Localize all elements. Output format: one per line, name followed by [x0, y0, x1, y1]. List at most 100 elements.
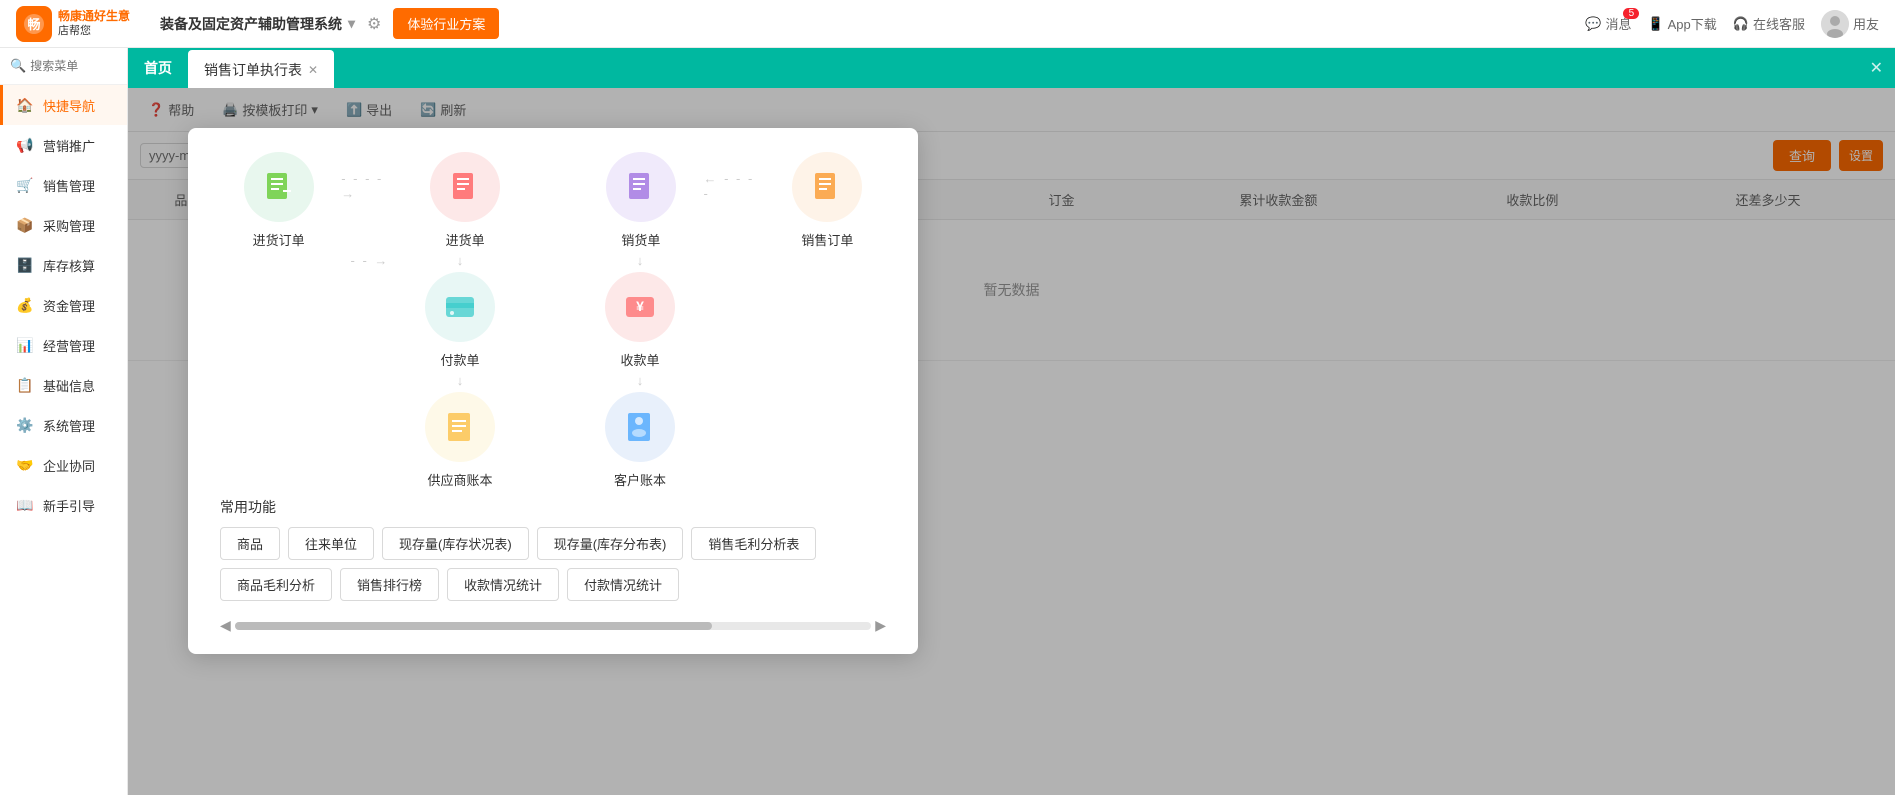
settings-icon[interactable]: ⚙ — [367, 14, 381, 34]
common-btn-goods-margin[interactable]: 商品毛利分析 — [220, 568, 332, 601]
common-section: 常用功能 商品 往来单位 现存量(库存状况表) 现存量(库存分布表) 销售毛利分… — [220, 497, 886, 601]
customer-ledger-icon — [605, 392, 675, 462]
sidebar-item-marketing[interactable]: 📢 营销推广 — [0, 125, 127, 165]
sidebar-item-label: 采购管理 — [43, 216, 95, 235]
purchase-bill-label: 进货单 — [446, 230, 485, 249]
sale-bill-icon — [606, 152, 676, 222]
purchase-bill-icon — [430, 152, 500, 222]
gear-icon: ⚙️ — [15, 415, 35, 435]
modal-scrollbar[interactable] — [235, 622, 871, 630]
sidebar-item-label: 经营管理 — [43, 336, 95, 355]
flow-payment[interactable]: 付款单 — [400, 272, 520, 369]
tab-close-icon[interactable]: ✕ — [308, 63, 318, 77]
message-badge: 5 — [1623, 8, 1639, 19]
purchase-order-label: 进货订单 — [253, 230, 305, 249]
supplier-ledger-icon — [425, 392, 495, 462]
customer-ledger-label: 客户账本 — [614, 470, 666, 489]
flow-customer-ledger[interactable]: 客户账本 — [580, 392, 700, 489]
sidebar-item-basic-info[interactable]: 📋 基础信息 — [0, 365, 127, 405]
tab-sales-order[interactable]: 销售订单执行表 ✕ — [188, 50, 334, 90]
common-btn-inventory-status[interactable]: 现存量(库存状况表) — [382, 527, 529, 560]
system-dropdown-icon[interactable]: ▾ — [348, 15, 355, 32]
receipt-icon: ¥ — [605, 272, 675, 342]
sidebar-item-purchase[interactable]: 📦 采购管理 — [0, 205, 127, 245]
app-download-button[interactable]: 📱 App下载 — [1647, 14, 1716, 33]
sidebar-item-label: 新手引导 — [43, 496, 95, 515]
common-btn-payment-stats[interactable]: 付款情况统计 — [567, 568, 679, 601]
common-btn-sales-rank[interactable]: 销售排行榜 — [340, 568, 439, 601]
sidebar-item-system[interactable]: ⚙️ 系统管理 — [0, 405, 127, 445]
sale-bill-label: 销货单 — [621, 230, 660, 249]
sale-order-label: 销售订单 — [801, 230, 853, 249]
sidebar-item-label: 系统管理 — [43, 416, 95, 435]
sidebar-item-guide[interactable]: 📖 新手引导 — [0, 485, 127, 525]
payment-label: 付款单 — [440, 350, 479, 369]
message-icon: 💬 — [1585, 16, 1601, 32]
app-icon: 📱 — [1647, 16, 1663, 32]
common-btn-goods[interactable]: 商品 — [220, 527, 280, 560]
sidebar-item-inventory[interactable]: 🗄️ 库存核算 — [0, 245, 127, 285]
flow-purchase-bill[interactable]: 进货单 — [406, 152, 523, 249]
arrow-right-1: - - - - → — [337, 171, 406, 201]
common-buttons: 商品 往来单位 现存量(库存状况表) 现存量(库存分布表) 销售毛利分析表 商品… — [220, 527, 886, 601]
cart-icon: 🛒 — [15, 175, 35, 195]
modal-dialog: 进货订单 - - - - → 进货单 — [188, 128, 918, 654]
common-btn-counterpart[interactable]: 往来单位 — [288, 527, 374, 560]
box-icon: 📦 — [15, 215, 35, 235]
user-menu[interactable]: 用友 — [1821, 10, 1879, 38]
handshake-icon: 🤝 — [15, 455, 35, 475]
scrollbar-thumb — [235, 622, 712, 630]
search-icon: 🔍 — [10, 58, 26, 74]
logo-text: 畅康通好生意 店帮您 — [58, 9, 130, 39]
sidebar-item-enterprise[interactable]: 🤝 企业协同 — [0, 445, 127, 485]
common-btn-receipt-stats[interactable]: 收款情况统计 — [447, 568, 559, 601]
sidebar-item-quick-nav[interactable]: 🏠 快捷导航 — [0, 85, 127, 125]
info-icon: 📋 — [15, 375, 35, 395]
sidebar-item-finance[interactable]: 💰 资金管理 — [0, 285, 127, 325]
sidebar-item-label: 企业协同 — [43, 456, 95, 475]
payment-icon — [425, 272, 495, 342]
megaphone-icon: 📢 — [15, 135, 35, 155]
scrollbar-left-arrow[interactable]: ◀ — [220, 617, 231, 634]
sidebar-item-label: 快捷导航 — [43, 96, 95, 115]
sidebar-item-label: 销售管理 — [43, 176, 95, 195]
sidebar-search-area: 🔍 — [0, 48, 127, 85]
flow-purchase-order[interactable]: 进货订单 — [220, 152, 337, 249]
online-service-button[interactable]: 🎧 在线客服 — [1733, 14, 1805, 33]
receipt-label: 收款单 — [620, 350, 659, 369]
svg-text:畅: 畅 — [27, 17, 40, 32]
book-icon: 📖 — [15, 495, 35, 515]
svg-text:¥: ¥ — [636, 298, 644, 314]
system-title: 装备及固定资产辅助管理系统 ▾ — [160, 14, 355, 34]
scrollbar-right-arrow[interactable]: ▶ — [875, 617, 886, 634]
modal-scrollbar-area: ◀ ▶ — [220, 617, 886, 634]
flow-supplier-ledger[interactable]: 供应商账本 — [400, 392, 520, 489]
flow-sale-order[interactable]: 销售订单 — [769, 152, 886, 249]
experience-button[interactable]: 体验行业方案 — [393, 8, 499, 39]
arrow-left-1: ← - - - - — [700, 171, 769, 201]
service-icon: 🎧 — [1733, 16, 1749, 32]
sidebar-item-label: 基础信息 — [43, 376, 95, 395]
sidebar-item-sales[interactable]: 🛒 销售管理 — [0, 165, 127, 205]
chart-icon: 📊 — [15, 335, 35, 355]
sidebar-nav: 🏠 快捷导航 📢 营销推广 🛒 销售管理 📦 采购管理 🗄️ 库存 — [0, 85, 127, 795]
sidebar-item-operations[interactable]: 📊 经营管理 — [0, 325, 127, 365]
tab-close-all-icon[interactable]: ✕ — [1870, 58, 1883, 78]
flow-receipt[interactable]: ¥ 收款单 — [580, 272, 700, 369]
tab-bar: 首页 销售订单执行表 ✕ ✕ — [128, 48, 1895, 88]
supplier-ledger-label: 供应商账本 — [427, 470, 492, 489]
purchase-order-icon — [244, 152, 314, 222]
home-icon: 🏠 — [15, 95, 35, 115]
common-btn-inventory-dist[interactable]: 现存量(库存分布表) — [537, 527, 684, 560]
modal-overlay: 进货订单 - - - - → 进货单 — [128, 88, 1895, 795]
message-button[interactable]: 💬 消息 5 — [1585, 14, 1631, 33]
flow-sale-bill[interactable]: 销货单 — [582, 152, 699, 249]
logo-icon: 畅 — [16, 6, 52, 42]
tab-home[interactable]: 首页 — [128, 48, 188, 88]
common-btn-sales-margin[interactable]: 销售毛利分析表 — [691, 527, 816, 560]
sidebar-item-label: 资金管理 — [43, 296, 95, 315]
common-title: 常用功能 — [220, 497, 886, 517]
sale-order-icon — [792, 152, 862, 222]
sidebar-item-label: 库存核算 — [43, 256, 95, 275]
money-icon: 💰 — [15, 295, 35, 315]
